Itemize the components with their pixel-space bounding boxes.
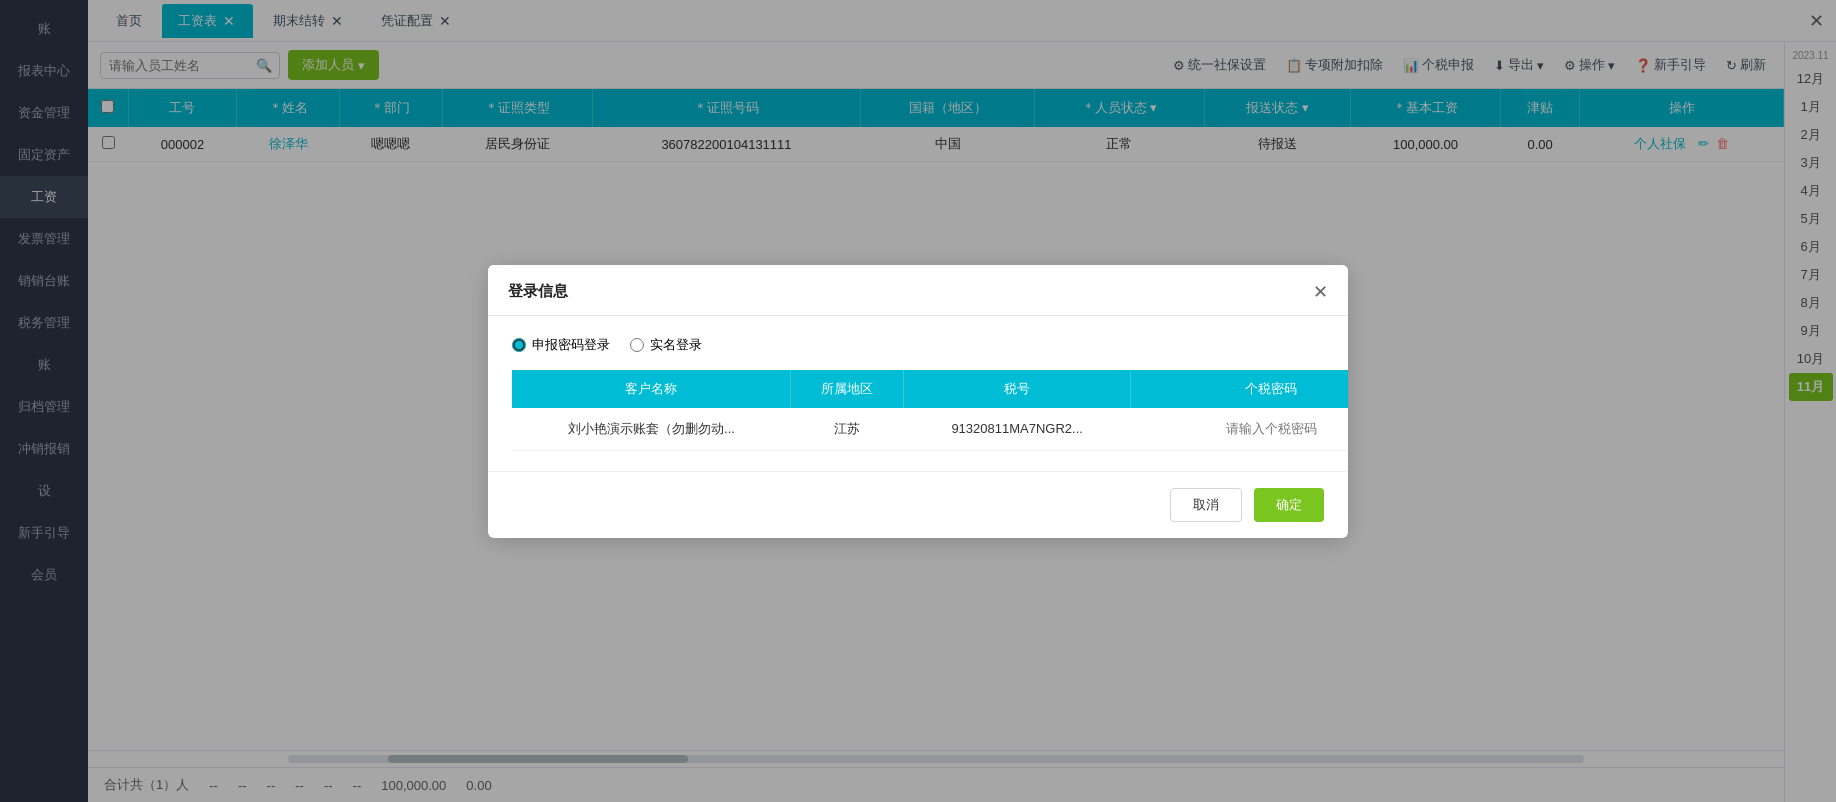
client-table: 客户名称 所属地区 税号 个税密码 刘小艳演示账套（勿删勿动... 江苏 913… (512, 370, 1348, 451)
radio-password-login[interactable]: 申报密码登录 (512, 336, 610, 354)
cancel-button[interactable]: 取消 (1170, 488, 1242, 522)
dialog-footer: 取消 确定 (488, 471, 1348, 538)
dialog-col-password: 个税密码 (1131, 370, 1348, 408)
dialog-col-tax-id: 税号 (904, 370, 1131, 408)
dialog-cell-region: 江苏 (791, 408, 904, 451)
radio-realname-login[interactable]: 实名登录 (630, 336, 702, 354)
dialog-close-button[interactable]: ✕ (1313, 281, 1328, 303)
dialog-header: 登录信息 ✕ (488, 265, 1348, 316)
dialog-body: 申报密码登录 实名登录 客户名称 所属地区 税号 个税密码 (488, 316, 1348, 471)
confirm-button[interactable]: 确定 (1254, 488, 1324, 522)
radio-password-input[interactable] (512, 338, 526, 352)
dialog-cell-tax-id: 91320811MA7NGR2... (904, 408, 1131, 451)
dialog-col-region: 所属地区 (791, 370, 904, 408)
dialog-title: 登录信息 (508, 282, 568, 301)
login-dialog: 登录信息 ✕ 申报密码登录 实名登录 客户名称 所属地区 (488, 265, 1348, 538)
dialog-overlay: 登录信息 ✕ 申报密码登录 实名登录 客户名称 所属地区 (0, 0, 1836, 802)
radio-realname-input[interactable] (630, 338, 644, 352)
dialog-cell-client-name: 刘小艳演示账套（勿删勿动... (512, 408, 791, 451)
dialog-cell-password[interactable] (1131, 408, 1348, 451)
dialog-col-client-name: 客户名称 (512, 370, 791, 408)
tax-password-input[interactable] (1143, 421, 1348, 436)
login-type-radio-group: 申报密码登录 实名登录 (512, 336, 1324, 354)
dialog-table-row: 刘小艳演示账套（勿删勿动... 江苏 91320811MA7NGR2... (512, 408, 1348, 451)
